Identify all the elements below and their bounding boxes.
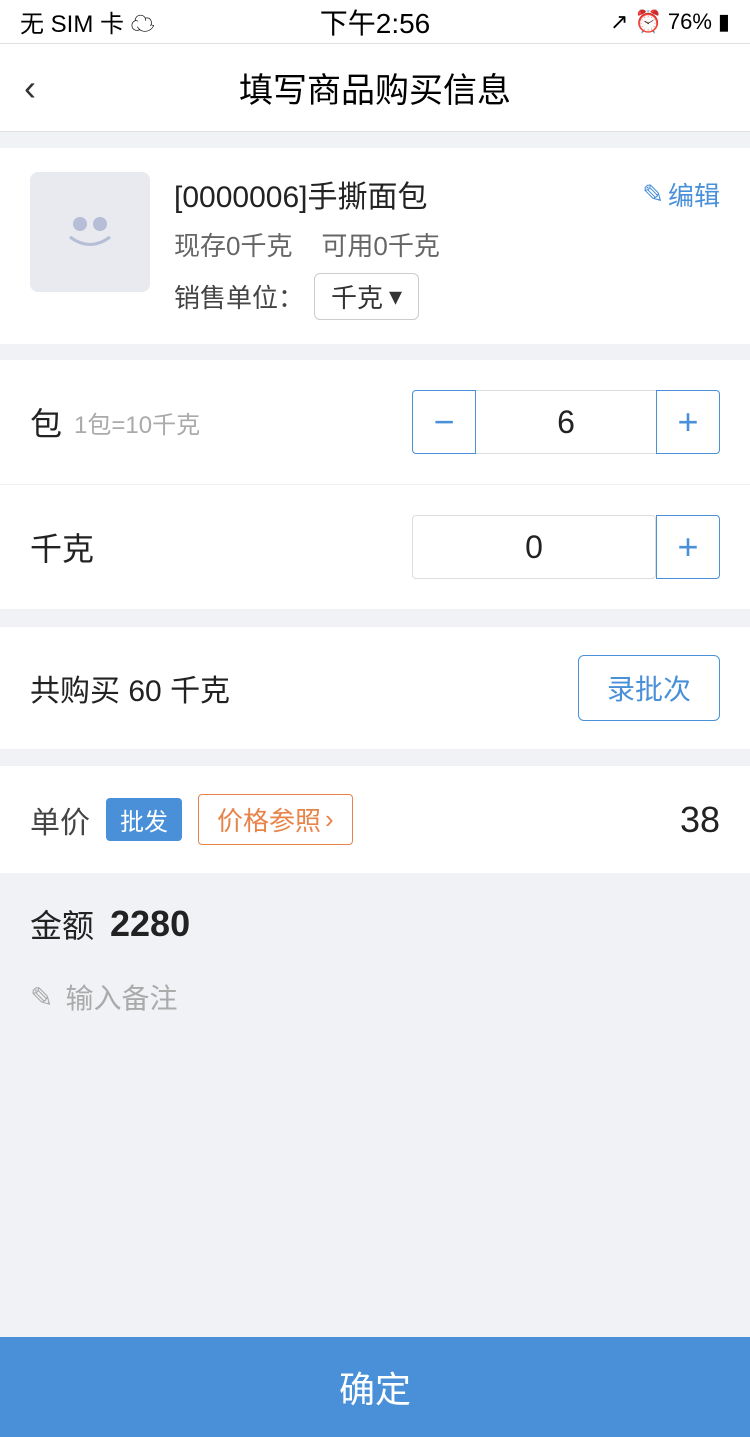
qty-plus-btn-2[interactable]: +: [656, 515, 720, 579]
quantity-row-1: 包 1包=10千克 − +: [0, 360, 750, 485]
page-title: 填写商品购买信息: [239, 63, 511, 112]
product-stock: 现存0千克 可用0千克: [174, 226, 720, 263]
battery-icon: ▮: [718, 9, 730, 35]
battery-text: 76%: [668, 9, 712, 35]
product-card: [0000006]手撕面包 ✎ 编辑 现存0千克 可用0千克 销售单位： 千克 …: [0, 148, 750, 344]
price-section: 单价 批发 价格参照 › 38: [0, 766, 750, 873]
qty-minus-btn-1[interactable]: −: [412, 390, 476, 454]
unit-select[interactable]: 千克 ▾: [314, 273, 419, 320]
dropdown-icon: ▾: [389, 281, 402, 312]
edit-label: 编辑: [668, 176, 720, 213]
batch-button[interactable]: 录批次: [578, 655, 720, 721]
location-icon: ↗: [610, 9, 628, 35]
edit-button[interactable]: ✎ 编辑: [642, 176, 720, 213]
note-placeholder: 输入备注: [65, 977, 177, 1017]
amount-label: 金额: [30, 901, 94, 947]
amount-value: 2280: [110, 903, 190, 945]
available-label: 可用0千克: [321, 231, 439, 261]
price-ref-button[interactable]: 价格参照 ›: [198, 794, 353, 845]
total-amount: 60: [128, 675, 161, 708]
note-icon: ✎: [30, 981, 53, 1014]
back-button[interactable]: ‹: [24, 67, 36, 109]
total-row: 共购买 60 千克 录批次: [0, 626, 750, 750]
product-title-row: [0000006]手撕面包 ✎ 编辑: [174, 172, 720, 216]
qty-input-1[interactable]: [476, 390, 656, 454]
quantity-label-2: 千克: [30, 524, 412, 570]
note-row[interactable]: ✎ 输入备注: [30, 967, 720, 1037]
total-prefix: 共购买: [30, 675, 120, 708]
amount-row: 金额 2280: [30, 901, 720, 947]
nav-bar: ‹ 填写商品购买信息: [0, 44, 750, 132]
unit-value: 千克: [331, 278, 383, 315]
product-title: [0000006]手撕面包: [174, 172, 427, 216]
edit-icon: ✎: [642, 179, 664, 210]
price-tag: 批发: [106, 798, 182, 841]
qty-label-sub-1: 1包=10千克: [74, 405, 200, 440]
product-unit-row: 销售单位： 千克 ▾: [174, 273, 720, 320]
product-code: [0000006]: [174, 181, 307, 214]
quantity-row-2: 千克 +: [0, 485, 750, 610]
total-unit: 千克: [170, 675, 230, 708]
alarm-icon: ⏰: [634, 9, 661, 35]
status-right: ↗ ⏰ 76% ▮: [610, 9, 730, 35]
sim-text: 无 SIM 卡 ☁: [20, 4, 155, 39]
spacer: [0, 1037, 750, 1337]
stock-label: 现存0千克: [174, 231, 292, 261]
price-value: 38: [680, 799, 720, 841]
qty-plus-btn-1[interactable]: +: [656, 390, 720, 454]
price-label: 单价: [30, 798, 90, 842]
quantity-control-2: +: [412, 515, 720, 579]
confirm-button[interactable]: 确定: [0, 1337, 750, 1437]
quantity-control-1: − +: [412, 390, 720, 454]
qty-label-main-1: 包: [30, 399, 62, 445]
amount-section: 金额 2280 ✎ 输入备注: [0, 873, 750, 1037]
product-image: [30, 172, 150, 292]
unit-row-label: 销售单位：: [174, 278, 304, 315]
product-name: 手撕面包: [307, 181, 427, 214]
status-time: 下午2:56: [320, 2, 431, 42]
product-info: [0000006]手撕面包 ✎ 编辑 现存0千克 可用0千克 销售单位： 千克 …: [174, 172, 720, 320]
quantity-section-1: 包 1包=10千克 − + 千克 +: [0, 360, 750, 610]
price-ref-arrow: ›: [325, 804, 334, 835]
qty-label-main-2: 千克: [30, 524, 94, 570]
quantity-label-1: 包 1包=10千克: [30, 399, 412, 445]
status-bar: 无 SIM 卡 ☁ 下午2:56 ↗ ⏰ 76% ▮: [0, 0, 750, 44]
status-left: 无 SIM 卡 ☁: [20, 4, 155, 39]
price-ref-label: 价格参照: [217, 801, 321, 838]
total-text: 共购买 60 千克: [30, 666, 230, 710]
qty-input-2[interactable]: [412, 515, 656, 579]
